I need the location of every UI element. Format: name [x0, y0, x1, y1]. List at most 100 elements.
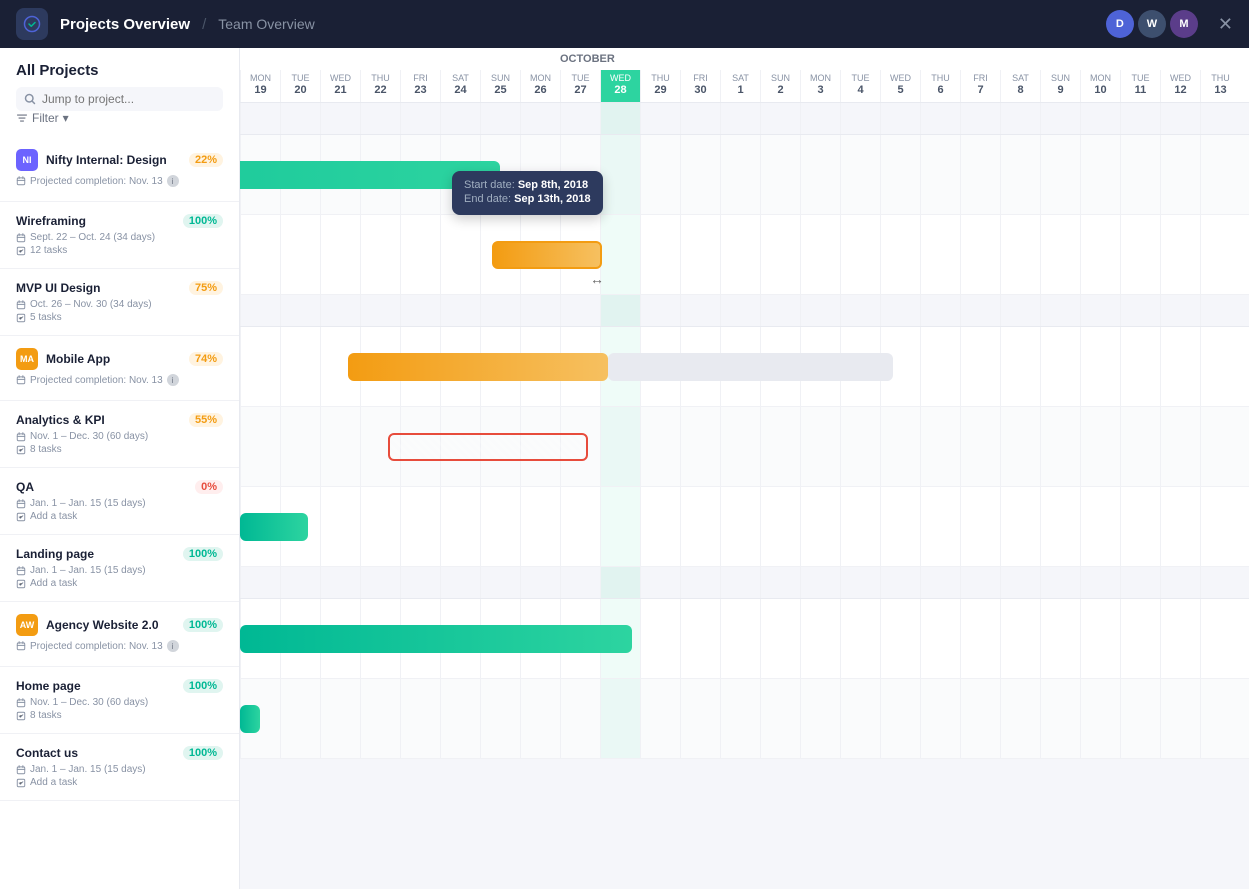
gantt-row-3	[240, 295, 1249, 327]
project-name-aw: Agency Website 2.0	[46, 618, 175, 632]
filter-icon	[16, 112, 28, 124]
project-tasks-qa: Add a task	[16, 511, 223, 522]
day-col-28: WED28	[600, 70, 640, 102]
gantt-bar[interactable]	[240, 513, 308, 541]
day-col-30: FRI30	[680, 70, 720, 102]
days-row: MON19TUE20WED21THU22FRI23SAT24SUN25MON26…	[240, 70, 1249, 102]
calendar-icon	[16, 176, 26, 186]
project-item-analytics[interactable]: Analytics & KPI 55% Nov. 1 – Dec. 30 (60…	[0, 401, 239, 468]
day-col-5: WED5	[880, 70, 920, 102]
search-bar[interactable]	[16, 87, 223, 111]
avatar-m[interactable]: M	[1170, 10, 1198, 38]
gantt-bar[interactable]	[388, 433, 588, 461]
project-name-mvp: MVP UI Design	[16, 281, 181, 295]
gantt-bar[interactable]	[608, 353, 893, 381]
gantt-row-6	[240, 487, 1249, 567]
project-tasks-homepage: 8 tasks	[16, 710, 223, 721]
gantt-row-4	[240, 327, 1249, 407]
main-layout: All Projects Filter ▾ NI Nifty Internal	[0, 48, 1249, 889]
day-col-21: WED21	[320, 70, 360, 102]
project-item-wireframing[interactable]: Wireframing 100% Sept. 22 – Oct. 24 (34 …	[0, 202, 239, 269]
project-name-landing: Landing page	[16, 547, 175, 561]
gantt-bar[interactable]	[240, 625, 632, 653]
project-item-contact[interactable]: Contact us 100% Jan. 1 – Jan. 15 (15 day…	[0, 734, 239, 801]
day-col-3: MON3	[800, 70, 840, 102]
calendar-icon	[16, 641, 26, 651]
gantt-main[interactable]: OCTOBER MON19TUE20WED21THU22FRI23SAT24SU…	[240, 48, 1249, 889]
project-meta-landing: Jan. 1 – Jan. 15 (15 days)	[16, 565, 223, 576]
app-title: Projects Overview	[60, 16, 190, 33]
project-pct-qa: 0%	[195, 480, 223, 494]
project-pct-contact: 100%	[183, 746, 223, 760]
project-item-mvp[interactable]: MVP UI Design 75% Oct. 26 – Nov. 30 (34 …	[0, 269, 239, 336]
project-tasks-mvp: 5 tasks	[16, 312, 223, 323]
project-meta-qa: Jan. 1 – Jan. 15 (15 days)	[16, 498, 223, 509]
gantt-row-2: Start date: Sep 8th, 2018 End date: Sep …	[240, 215, 1249, 295]
project-name-homepage: Home page	[16, 679, 175, 693]
resize-cursor-icon: ↔	[590, 271, 604, 287]
day-col-29: THU29	[640, 70, 680, 102]
sidebar-title: All Projects	[16, 62, 223, 79]
project-name-wireframing: Wireframing	[16, 214, 175, 228]
team-overview-link[interactable]: Team Overview	[218, 16, 314, 32]
sidebar-header: All Projects Filter ▾	[0, 48, 239, 137]
project-item-aw[interactable]: AW Agency Website 2.0 100% Projected com…	[0, 602, 239, 667]
project-name-contact: Contact us	[16, 746, 175, 760]
day-col-27: TUE27	[560, 70, 600, 102]
project-pct-wireframing: 100%	[183, 214, 223, 228]
project-item-qa[interactable]: QA 0% Jan. 1 – Jan. 15 (15 days) Add a t…	[0, 468, 239, 535]
header-separator: /	[202, 16, 206, 33]
project-avatar-aw: AW	[16, 614, 38, 636]
project-meta-contact: Jan. 1 – Jan. 15 (15 days)	[16, 764, 223, 775]
tasks-icon	[16, 512, 26, 522]
gantt-bar[interactable]: Start date: Sep 8th, 2018 End date: Sep …	[492, 241, 602, 269]
calendar-icon	[16, 432, 26, 442]
day-col-26: MON26	[520, 70, 560, 102]
tasks-icon	[16, 711, 26, 721]
project-tasks-contact: Add a task	[16, 777, 223, 788]
sidebar: All Projects Filter ▾ NI Nifty Internal	[0, 48, 240, 889]
day-col-22: THU22	[360, 70, 400, 102]
calendar-icon	[16, 566, 26, 576]
month-label: OCTOBER	[240, 53, 627, 65]
gantt-row-7	[240, 567, 1249, 599]
project-item-ni[interactable]: NI Nifty Internal: Design 22% Projected …	[0, 137, 239, 202]
project-name-qa: QA	[16, 480, 187, 494]
project-item-homepage[interactable]: Home page 100% Nov. 1 – Dec. 30 (60 days…	[0, 667, 239, 734]
gantt-body: Start date: Sep 8th, 2018 End date: Sep …	[240, 103, 1249, 759]
tasks-icon	[16, 313, 26, 323]
close-button[interactable]: ✕	[1218, 14, 1233, 35]
project-pct-analytics: 55%	[189, 413, 223, 427]
project-meta-homepage: Nov. 1 – Dec. 30 (60 days)	[16, 697, 223, 708]
gantt-bar[interactable]	[348, 353, 608, 381]
avatar-d[interactable]: D	[1106, 10, 1134, 38]
month-row: OCTOBER	[240, 48, 1249, 70]
day-col-24: SAT24	[440, 70, 480, 102]
project-item-ma[interactable]: MA Mobile App 74% Projected completion: …	[0, 336, 239, 401]
tasks-icon	[16, 246, 26, 256]
tasks-icon	[16, 445, 26, 455]
day-col-12: WED12	[1160, 70, 1200, 102]
project-name-ni: Nifty Internal: Design	[46, 153, 181, 167]
project-meta-wireframing: Sept. 22 – Oct. 24 (34 days)	[16, 232, 223, 243]
search-input[interactable]	[42, 92, 215, 106]
gantt-row-5	[240, 407, 1249, 487]
day-col-19: MON19	[240, 70, 280, 102]
calendar-icon	[16, 375, 26, 385]
gantt-bar[interactable]	[240, 705, 260, 733]
day-col-20: TUE20	[280, 70, 320, 102]
project-pct-landing: 100%	[183, 547, 223, 561]
project-item-landing[interactable]: Landing page 100% Jan. 1 – Jan. 15 (15 d…	[0, 535, 239, 602]
project-tasks-wireframing: 12 tasks	[16, 245, 223, 256]
gantt-row-0	[240, 103, 1249, 135]
tasks-icon	[16, 778, 26, 788]
filter-button[interactable]: Filter ▾	[16, 111, 223, 129]
project-avatar-ni: NI	[16, 149, 38, 171]
day-col-7: FRI7	[960, 70, 1000, 102]
project-meta-aw: Projected completion: Nov. 13 i	[16, 640, 223, 652]
avatar-w[interactable]: W	[1138, 10, 1166, 38]
calendar-icon	[16, 499, 26, 509]
bar-tooltip: Start date: Sep 8th, 2018 End date: Sep …	[452, 171, 603, 215]
day-col-13: THU13	[1200, 70, 1240, 102]
day-col-11: TUE11	[1120, 70, 1160, 102]
